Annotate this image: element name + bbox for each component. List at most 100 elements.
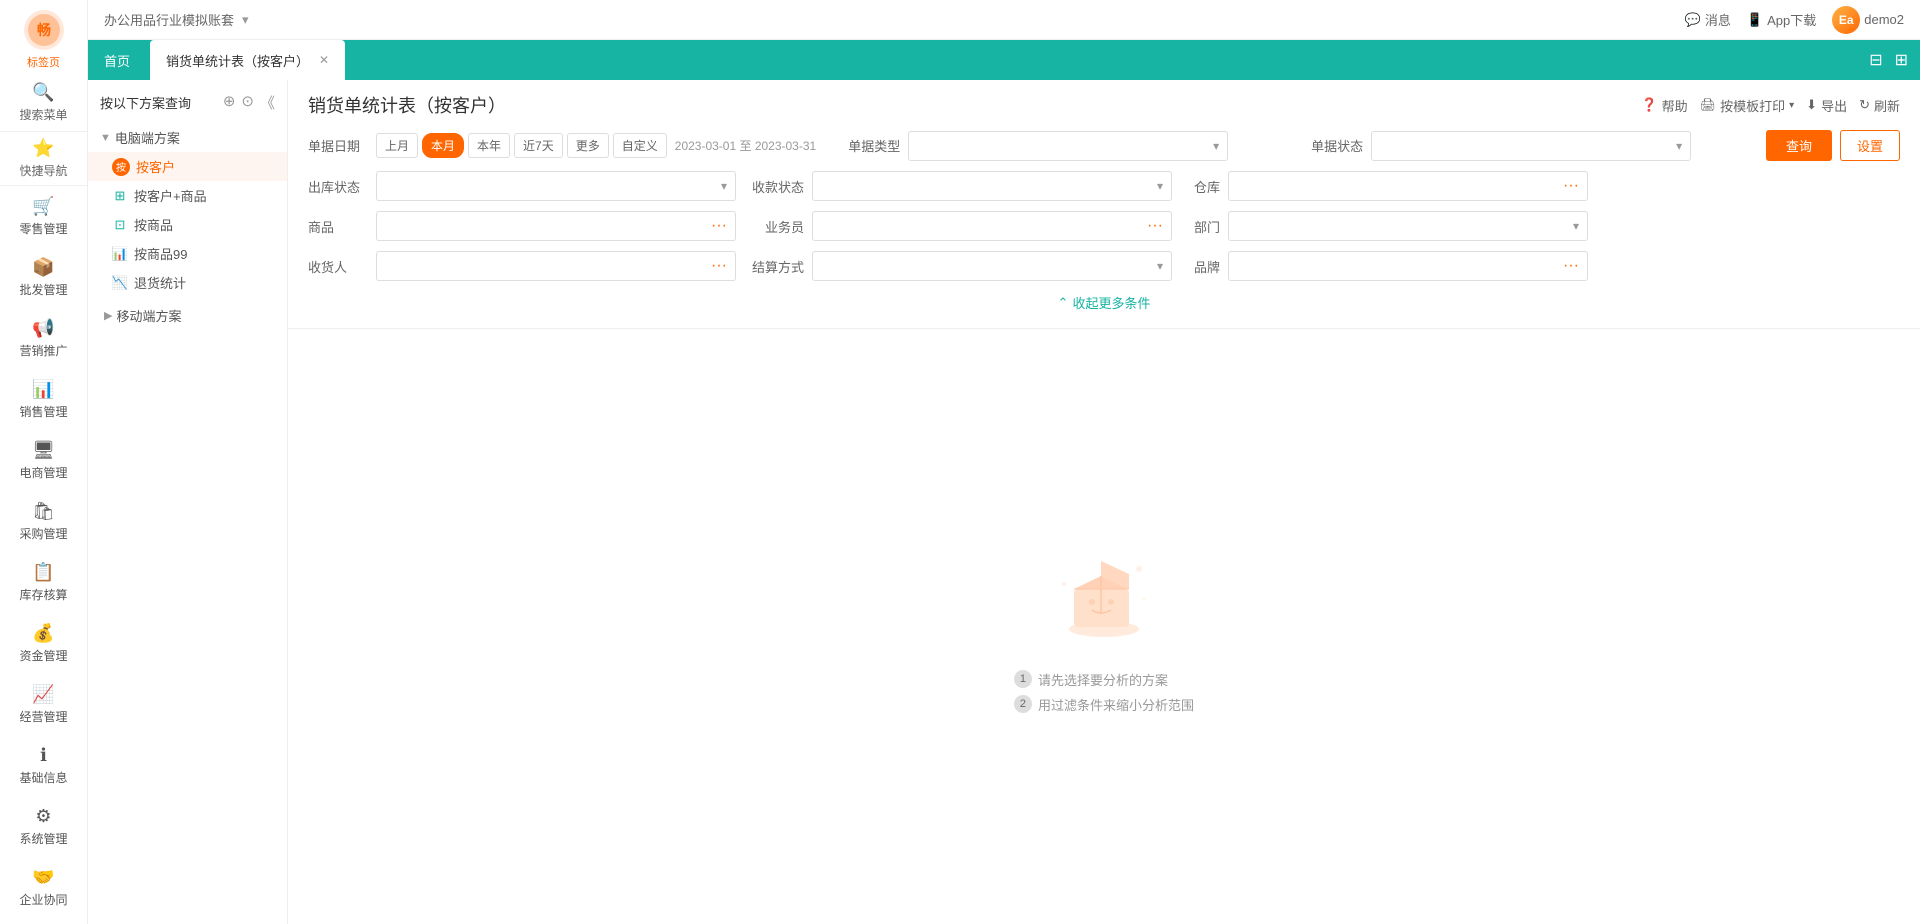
filter-row-1: 单据日期 上月 本月 本年 近7天 更多 自定义 2023-03-01 至 20… <box>308 130 1900 161</box>
goods-ellipsis[interactable]: ··· <box>711 217 727 235</box>
settings-button[interactable]: 设置 <box>1840 130 1900 161</box>
scheme-item-g99-icon: 📊 <box>112 246 128 262</box>
salesperson-ellipsis[interactable]: ··· <box>1147 217 1163 235</box>
sidebar-item-6[interactable]: 📋库存核算 <box>19 552 67 613</box>
sidebar-item-5[interactable]: 🛍采购管理 <box>19 491 67 552</box>
refresh-button[interactable]: ↻ 刷新 <box>1859 96 1900 115</box>
sidebar-icon-2: 📢 <box>32 318 54 339</box>
tabbar: 首页 销货单统计表（按客户） ✕ ⊟ ⊞ <box>88 40 1920 80</box>
sidebar-item-10[interactable]: ⚙系统管理 <box>19 796 67 857</box>
hint-1-num: 1 <box>1014 670 1032 688</box>
quick-nav-icon: ⭐ <box>32 138 54 159</box>
page-header: 销货单统计表（按客户） ❓ 帮助 🖨 按模板打印 ▾ ⬇ <box>288 80 1920 329</box>
out-status-select[interactable]: ▾ <box>376 171 736 201</box>
tab-close-button[interactable]: ✕ <box>319 53 329 67</box>
query-button[interactable]: 查询 <box>1766 130 1832 161</box>
topbar-left: 办公用品行业模拟账套 ▾ <box>104 10 249 29</box>
sidebar-label-5: 采购管理 <box>19 525 67 542</box>
out-status-label: 出库状态 <box>308 177 368 196</box>
scheme-collapse-button[interactable]: 《 <box>260 92 275 113</box>
scheme-item-goods-icon: ⊡ <box>112 217 128 233</box>
collapse-bar[interactable]: ⌃ 收起更多条件 <box>308 285 1900 320</box>
scheme-group-mobile-header[interactable]: ▶ 移动端方案 <box>88 301 287 330</box>
consignee-input[interactable]: ··· <box>376 251 736 281</box>
content-area: 按以下方案查询 ⊕ ⊙ 《 ▼ 电脑端方案 按 按客户 <box>88 80 1920 924</box>
order-type-select[interactable]: ▾ <box>908 131 1228 161</box>
settlement-select[interactable]: ▾ <box>812 251 1172 281</box>
print-button[interactable]: 🖨 按模板打印 ▾ <box>1700 96 1795 115</box>
brand-ellipsis[interactable]: ··· <box>1563 257 1579 275</box>
sidebar-item-0[interactable]: 🛒零售管理 <box>19 186 67 247</box>
scheme-item-by-customer[interactable]: 按 按客户 <box>88 152 287 181</box>
sidebar-item-3[interactable]: 📊销售管理 <box>19 369 67 430</box>
print-dropdown-icon[interactable]: ▾ <box>1789 100 1794 111</box>
empty-state: 1 请先选择要分析的方案 2 用过滤条件来缩小分析范围 <box>288 329 1920 924</box>
empty-hints-list: 1 请先选择要分析的方案 2 用过滤条件来缩小分析范围 <box>1014 670 1194 720</box>
sidebar-item-7[interactable]: 💰资金管理 <box>19 613 67 674</box>
scheme-settings-button[interactable]: ⊙ <box>241 92 254 113</box>
date-this-year-btn[interactable]: 本年 <box>468 133 510 158</box>
sidebar-label-9: 基础信息 <box>19 769 67 786</box>
minimize-button[interactable]: ⊟ <box>1869 50 1882 70</box>
department-chevron: ▾ <box>1573 219 1579 233</box>
date-this-month-btn[interactable]: 本月 <box>422 133 464 158</box>
scheme-item-g99-label: 按商品99 <box>134 244 187 263</box>
date-more-btn[interactable]: 更多 <box>567 133 609 158</box>
help-button[interactable]: ❓ 帮助 <box>1641 96 1687 115</box>
brand-input[interactable]: ··· <box>1228 251 1588 281</box>
filter-row-2: 出库状态 ▾ 收款状态 ▾ 仓库 ··· <box>308 171 1900 201</box>
payment-status-select[interactable]: ▾ <box>812 171 1172 201</box>
logo-text: 标签页 <box>27 54 60 70</box>
main-area: 办公用品行业模拟账套 ▾ 💬 消息 📱 App下载 Ea demo2 首页 <box>88 0 1920 924</box>
export-button[interactable]: ⬇ 导出 <box>1806 96 1847 115</box>
industry-dropdown-icon[interactable]: ▾ <box>242 12 249 28</box>
user-avatar-text: Ea <box>1839 13 1854 27</box>
sidebar-item-11[interactable]: 🤝企业协同 <box>19 857 67 918</box>
help-label: 帮助 <box>1662 96 1688 115</box>
sidebar-item-2[interactable]: 📢营销推广 <box>19 308 67 369</box>
quick-nav-item[interactable]: ⭐ 快捷导航 <box>0 132 87 186</box>
consignee-ellipsis[interactable]: ··· <box>711 257 727 275</box>
scheme-item-goods[interactable]: ⊡ 按商品 <box>88 210 287 239</box>
department-select[interactable]: ▾ <box>1228 211 1588 241</box>
salesperson-input[interactable]: ··· <box>812 211 1172 241</box>
scheme-group-desktop-items: 按 按客户 ⊞ 按客户+商品 ⊡ 按商品 📊 按商品99 <box>88 152 287 297</box>
warehouse-input[interactable]: ··· <box>1228 171 1588 201</box>
warehouse-ellipsis[interactable]: ··· <box>1563 177 1579 195</box>
sidebar-item-12[interactable]: 🎯新手引导 <box>19 918 67 924</box>
scheme-item-customer-goods[interactable]: ⊞ 按客户+商品 <box>88 181 287 210</box>
hint-2-num: 2 <box>1014 695 1032 713</box>
maximize-button[interactable]: ⊞ <box>1895 50 1908 70</box>
sidebar-icon-8: 📈 <box>32 684 54 705</box>
action-buttons: 查询 设置 <box>1766 130 1900 161</box>
app-download-button[interactable]: 📱 App下载 <box>1747 10 1816 29</box>
scheme-add-button[interactable]: ⊕ <box>223 92 236 113</box>
sidebar-item-8[interactable]: 📈经营管理 <box>19 674 67 735</box>
order-status-select[interactable]: ▾ <box>1371 131 1691 161</box>
date-last-month-btn[interactable]: 上月 <box>376 133 418 158</box>
scheme-item-goods99[interactable]: 📊 按商品99 <box>88 239 287 268</box>
salesperson-label: 业务员 <box>744 217 804 236</box>
scheme-item-return-stat[interactable]: 📉 退货统计 <box>88 268 287 297</box>
date-last-7-days-btn[interactable]: 近7天 <box>514 133 563 158</box>
search-menu-item[interactable]: 🔍 零售管理 搜索菜单 <box>0 74 87 132</box>
user-menu-button[interactable]: Ea demo2 <box>1832 6 1904 34</box>
goods-input[interactable]: ··· <box>376 211 736 241</box>
sidebar-item-4[interactable]: 🖥电商管理 <box>19 430 67 491</box>
tab-sales-stat[interactable]: 销货单统计表（按客户） ✕ <box>150 40 345 80</box>
app-logo-icon: 畅 <box>22 8 66 52</box>
sidebar-label-3: 销售管理 <box>19 403 67 420</box>
date-custom-btn[interactable]: 自定义 <box>613 133 667 158</box>
search-icon: 🔍 <box>32 82 54 103</box>
message-button[interactable]: 💬 消息 <box>1685 10 1731 29</box>
hint-1-text: 请先选择要分析的方案 <box>1038 670 1168 689</box>
sidebar-item-1[interactable]: 📦批发管理 <box>19 247 67 308</box>
search-label: 搜索菜单 <box>19 106 67 123</box>
sidebar-item-9[interactable]: ℹ基础信息 <box>19 735 67 796</box>
consignee-label: 收货人 <box>308 257 368 276</box>
tab-home[interactable]: 首页 <box>88 40 146 80</box>
refresh-icon: ↻ <box>1859 97 1870 113</box>
scheme-group-desktop-header[interactable]: ▼ 电脑端方案 <box>88 123 287 152</box>
scheme-item-customer-icon: 按 <box>112 158 130 176</box>
filter-row-3: 商品 ··· 业务员 ··· 部门 ▾ <box>308 211 1900 241</box>
